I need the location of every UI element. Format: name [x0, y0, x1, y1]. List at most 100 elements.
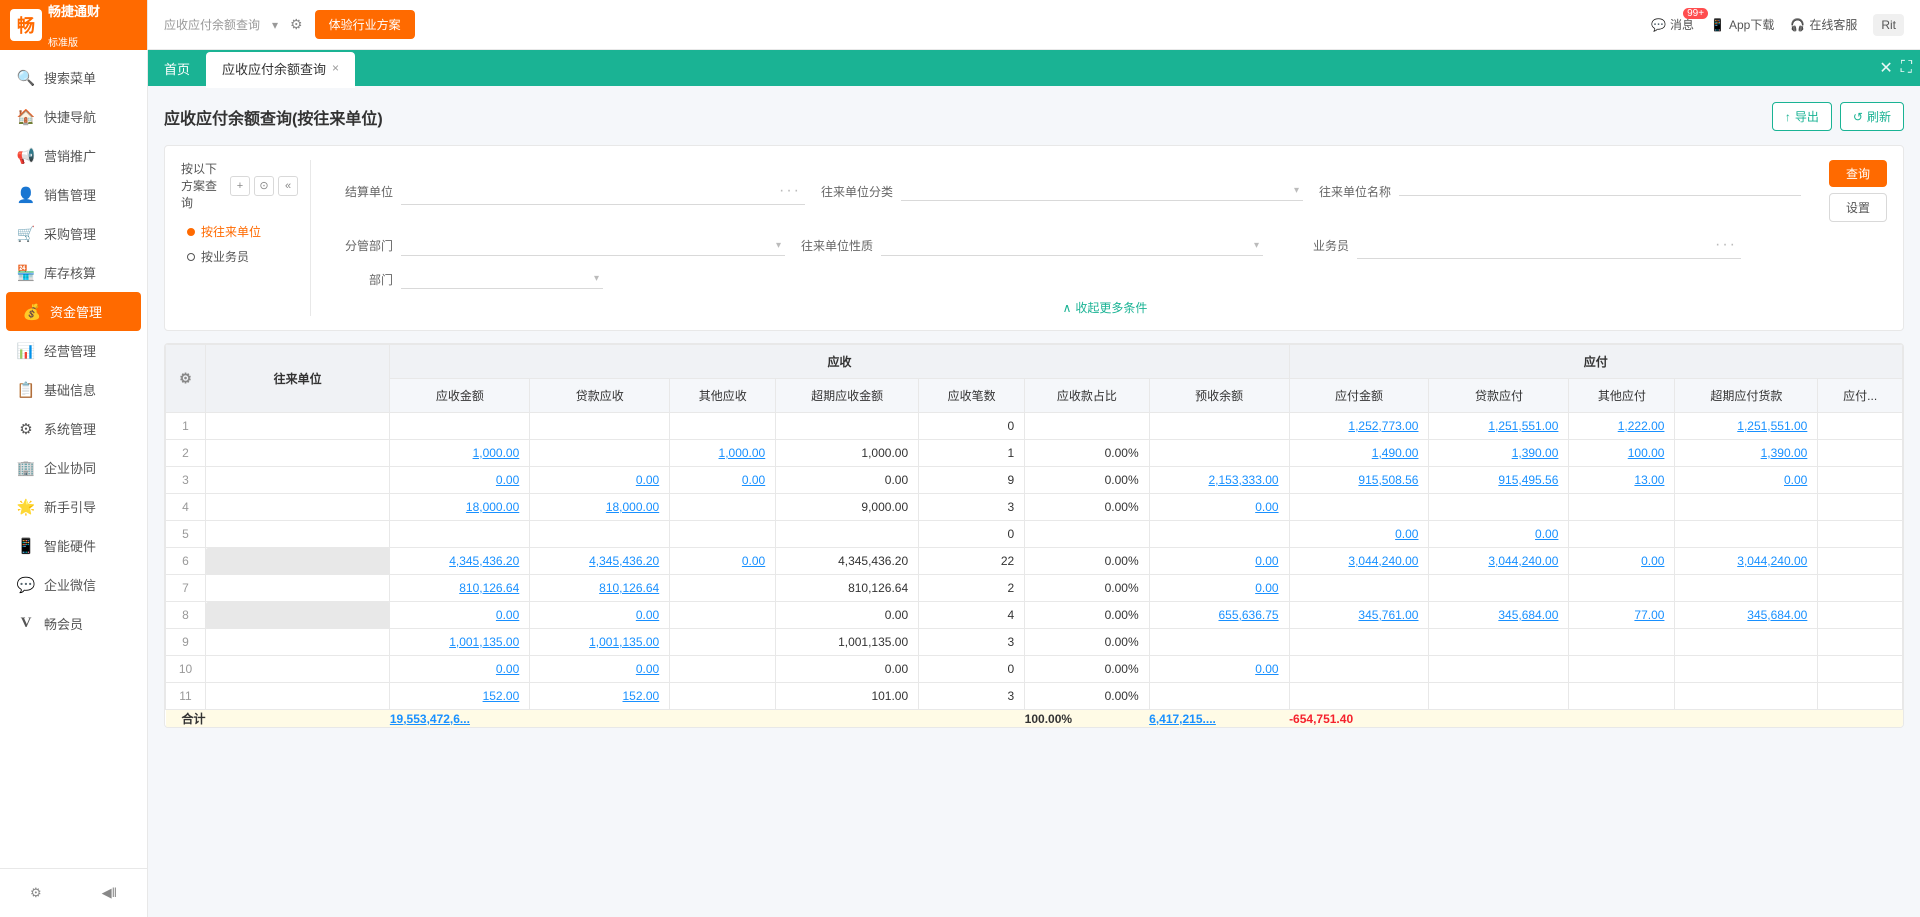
table-cell[interactable]: 4,345,436.20 [530, 548, 670, 575]
table-cell[interactable]: 3,044,240.00 [1289, 548, 1429, 575]
table-cell[interactable]: 0.00 [530, 656, 670, 683]
total-ar-ratio: 100.00% [1025, 710, 1149, 728]
table-cell[interactable]: 0.00 [1149, 575, 1289, 602]
tab-expand-icon[interactable]: ⛶ [1901, 59, 1912, 77]
table-cell[interactable]: 345,761.00 [1289, 602, 1429, 629]
table-cell[interactable]: 100.00 [1569, 440, 1675, 467]
table-cell[interactable]: 3,044,240.00 [1675, 548, 1818, 575]
table-cell[interactable]: 18,000.00 [530, 494, 670, 521]
scheme-by-staff[interactable]: 按业务员 [181, 244, 298, 269]
tab-home[interactable]: 首页 [148, 50, 206, 86]
cta-button[interactable]: 体验行业方案 [315, 10, 415, 39]
table-cell [206, 656, 390, 683]
table-cell[interactable]: 1,390.00 [1675, 440, 1818, 467]
sidebar-settings-button[interactable]: ⚙ [18, 877, 54, 909]
table-cell[interactable]: 0.00 [390, 602, 530, 629]
collapse-scheme-button[interactable]: « [278, 176, 298, 196]
table-cell[interactable]: 0.00 [530, 602, 670, 629]
table-cell[interactable]: 152.00 [530, 683, 670, 710]
filter-select-dept[interactable]: ▾ [401, 236, 785, 256]
table-cell[interactable]: 0.00 [1149, 656, 1289, 683]
table-cell[interactable]: 0.00 [1675, 467, 1818, 494]
filter-input-settlement[interactable]: ··· [401, 178, 805, 205]
table-cell [206, 521, 390, 548]
refresh-button[interactable]: ↺ 刷新 [1840, 102, 1904, 131]
table-cell[interactable]: 18,000.00 [390, 494, 530, 521]
table-cell[interactable]: 915,508.56 [1289, 467, 1429, 494]
table-cell[interactable]: 1,000.00 [670, 440, 776, 467]
table-cell[interactable]: 3,044,240.00 [1429, 548, 1569, 575]
gear-icon[interactable]: ⚙ [290, 16, 303, 33]
table-cell[interactable]: 810,126.64 [390, 575, 530, 602]
sidebar-item-member[interactable]: V 畅会员 [0, 604, 147, 643]
sidebar-item-system[interactable]: ⚙ 系统管理 [0, 409, 147, 448]
tab-close-icon[interactable]: × [332, 61, 339, 75]
table-cell[interactable]: 13.00 [1569, 467, 1675, 494]
table-cell[interactable]: 1,390.00 [1429, 440, 1569, 467]
sidebar-item-inventory[interactable]: 🏪 库存核算 [0, 253, 147, 292]
scheme-by-unit[interactable]: 按往来单位 [181, 219, 298, 244]
table-cell[interactable]: 77.00 [1569, 602, 1675, 629]
table-cell[interactable]: 1,222.00 [1569, 413, 1675, 440]
total-ar-amount[interactable]: 19,553,472,6... [390, 710, 530, 728]
sidebar-item-base[interactable]: 📋 基础信息 [0, 370, 147, 409]
filter-select-unit-type[interactable]: ▾ [901, 181, 1303, 201]
sidebar-item-sales[interactable]: 👤 销售管理 [0, 175, 147, 214]
table-cell[interactable]: 1,001,135.00 [390, 629, 530, 656]
table-cell[interactable]: 0.00 [1429, 521, 1569, 548]
table-cell[interactable]: 1,251,551.00 [1675, 413, 1818, 440]
chevron-down-icon[interactable]: ▾ [272, 18, 278, 32]
sidebar-item-quicknav[interactable]: 🏠 快捷导航 [0, 97, 147, 136]
user-avatar[interactable]: Rit [1873, 14, 1904, 36]
tab-close-window-icon[interactable]: ✕ [1879, 58, 1892, 78]
table-cell[interactable]: 0.00 [390, 656, 530, 683]
app-download-button[interactable]: 📱 App下载 [1710, 16, 1774, 33]
filter-select-division[interactable]: ▾ [401, 269, 603, 289]
table-cell[interactable]: 1,000.00 [390, 440, 530, 467]
sidebar-item-purchase[interactable]: 🛒 采购管理 [0, 214, 147, 253]
edit-scheme-button[interactable]: ⊙ [254, 176, 274, 196]
sidebar-item-guide[interactable]: 🌟 新手引导 [0, 487, 147, 526]
export-button[interactable]: ↑ 导出 [1772, 102, 1832, 131]
table-cell[interactable]: 1,252,773.00 [1289, 413, 1429, 440]
filter-input-unit-name[interactable] [1399, 187, 1801, 196]
table-cell[interactable]: 152.00 [390, 683, 530, 710]
sidebar-item-finance[interactable]: 💰 资金管理 [6, 292, 141, 331]
collapse-button[interactable]: ∧ 收起更多条件 [323, 299, 1887, 316]
online-service-button[interactable]: 🎧 在线客服 [1790, 16, 1857, 33]
sidebar-item-operation[interactable]: 📊 经营管理 [0, 331, 147, 370]
table-cell[interactable]: 0.00 [670, 467, 776, 494]
table-cell[interactable]: 915,495.56 [1429, 467, 1569, 494]
table-cell[interactable]: 1,490.00 [1289, 440, 1429, 467]
sidebar-collapse-button[interactable]: ◀‖ [90, 877, 129, 909]
filter-select-unit-nature[interactable]: ▾ [881, 236, 1263, 256]
table-cell[interactable]: 810,126.64 [530, 575, 670, 602]
filter-input-staff[interactable]: ··· [1357, 232, 1741, 259]
table-cell[interactable]: 345,684.00 [1675, 602, 1818, 629]
sidebar-item-corp[interactable]: 🏢 企业协同 [0, 448, 147, 487]
table-cell[interactable]: 345,684.00 [1429, 602, 1569, 629]
total-advance[interactable]: 6,417,215.... [1149, 710, 1289, 728]
table-cell[interactable]: 655,636.75 [1149, 602, 1289, 629]
table-cell[interactable]: 1,001,135.00 [530, 629, 670, 656]
sidebar-item-wechat[interactable]: 💬 企业微信 [0, 565, 147, 604]
message-button[interactable]: 💬 消息 99+ [1651, 16, 1694, 33]
sidebar-item-hardware[interactable]: 📱 智能硬件 [0, 526, 147, 565]
table-cell[interactable]: 0.00 [1569, 548, 1675, 575]
table-cell[interactable]: 0.00 [390, 467, 530, 494]
add-scheme-button[interactable]: + [230, 176, 250, 196]
table-cell[interactable]: 0.00 [670, 548, 776, 575]
sidebar-item-search[interactable]: 🔍 搜索菜单 [0, 58, 147, 97]
table-settings-icon[interactable]: ⚙ [179, 370, 192, 386]
table-cell[interactable]: 0.00 [1289, 521, 1429, 548]
table-cell[interactable]: 0.00 [1149, 494, 1289, 521]
sidebar-item-marketing[interactable]: 📢 营销推广 [0, 136, 147, 175]
table-cell[interactable]: 0.00 [1149, 548, 1289, 575]
table-cell[interactable]: 0.00 [530, 467, 670, 494]
query-button[interactable]: 查询 [1829, 160, 1887, 187]
table-cell[interactable]: 4,345,436.20 [390, 548, 530, 575]
tab-ar-ap[interactable]: 应收应付余额查询 × [206, 52, 355, 88]
table-cell[interactable]: 1,251,551.00 [1429, 413, 1569, 440]
table-cell[interactable]: 2,153,333.00 [1149, 467, 1289, 494]
settings-button[interactable]: 设置 [1829, 193, 1887, 222]
